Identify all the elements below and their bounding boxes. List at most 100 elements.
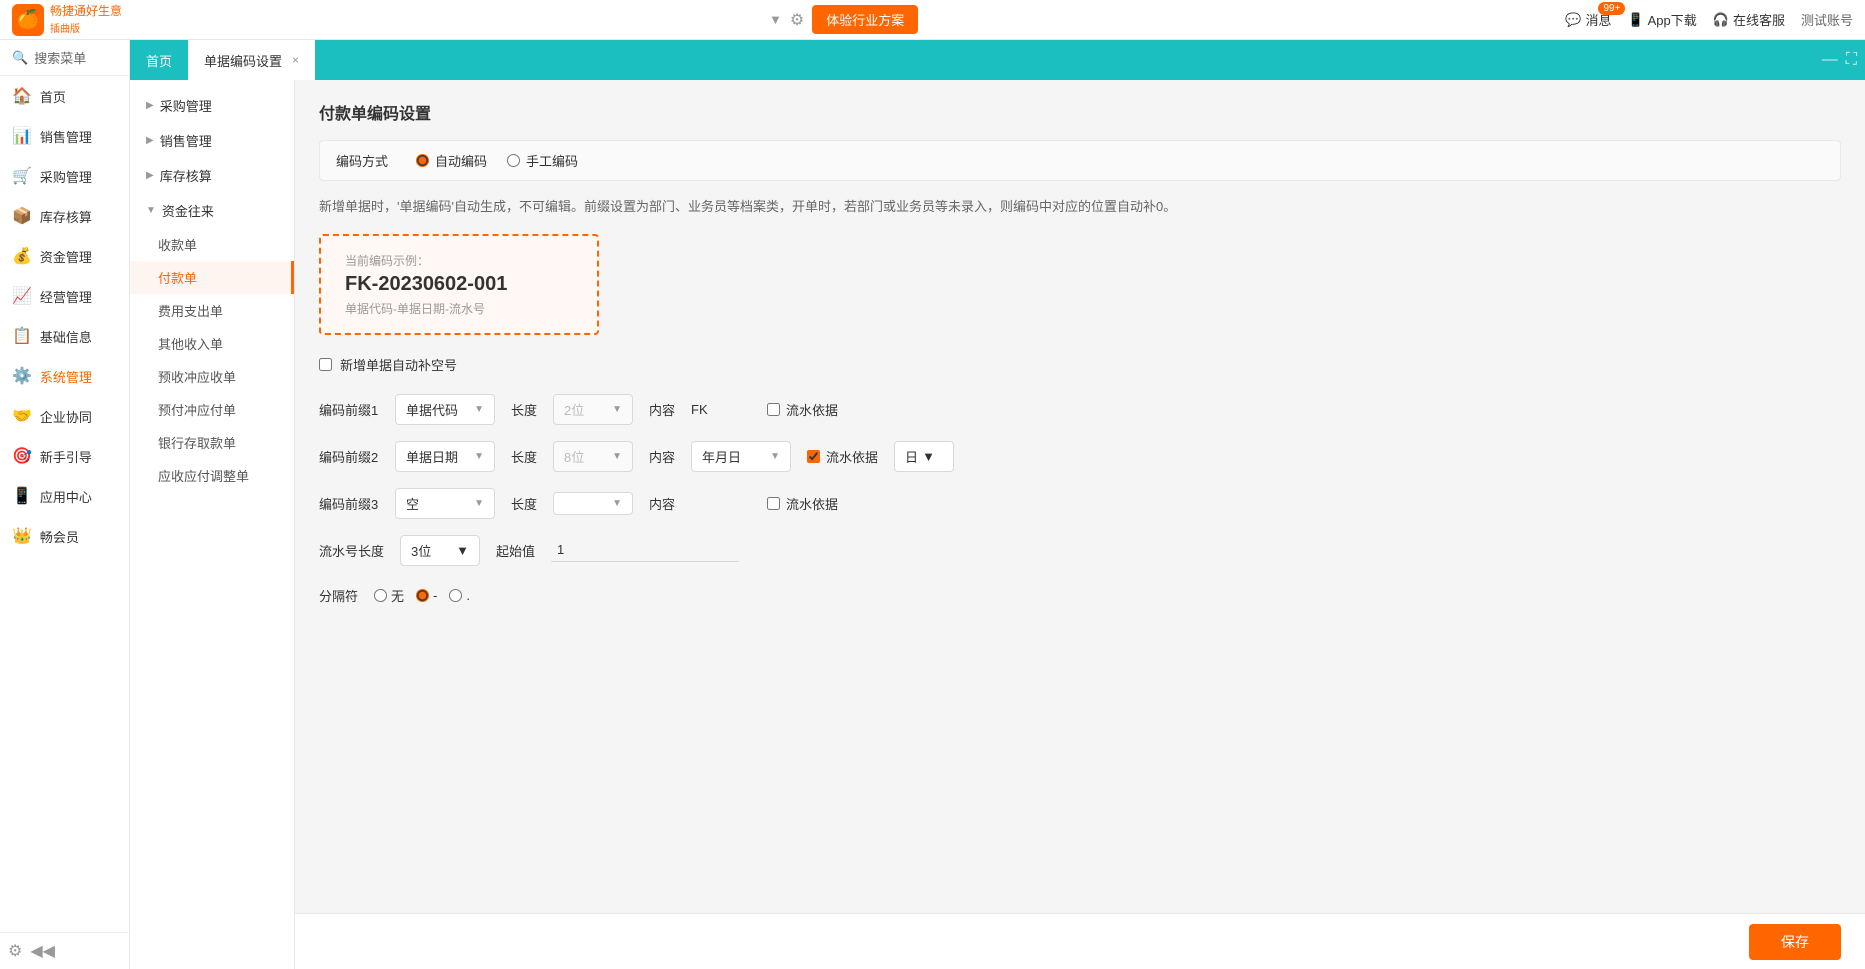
sidebar-label-apps: 应用中心 <box>40 487 92 506</box>
prefix1-select[interactable]: 单据代码 ▼ <box>395 394 495 425</box>
sep-none-text: 无 <box>391 586 404 605</box>
prefix3-row: 编码前缀3 空 ▼ 长度 ▼ 内容 <box>319 488 1841 519</box>
manual-code-radio[interactable] <box>507 154 520 167</box>
sidebar-item-enterprise[interactable]: 🤝 企业协同 <box>0 396 129 436</box>
auto-fill-label[interactable]: 新增单据自动补空号 <box>340 355 457 374</box>
content-area: ▶ 采购管理 ▶ 销售管理 ▶ 库存核算 <box>130 80 1865 969</box>
tab-encoding-label: 单据编码设置 <box>204 51 282 70</box>
auto-code-radio-label[interactable]: 自动编码 <box>416 151 487 170</box>
left-menu: ▶ 采购管理 ▶ 销售管理 ▶ 库存核算 <box>130 80 295 969</box>
prefix2-length-select[interactable]: 8位 ▼ <box>553 441 633 472</box>
manual-code-radio-label[interactable]: 手工编码 <box>507 151 578 170</box>
prefix2-day-arrow: ▼ <box>922 449 935 464</box>
menu-group-sales-title[interactable]: ▶ 销售管理 <box>130 123 294 158</box>
start-value-input[interactable] <box>551 538 739 562</box>
prefix3-label: 编码前缀3 <box>319 494 379 513</box>
expand-arrow-icon[interactable]: ▼ <box>769 12 782 27</box>
auto-code-label: 自动编码 <box>435 151 487 170</box>
headset-icon: 🎧 <box>1713 12 1729 28</box>
close-tab-icon[interactable]: × <box>292 53 299 67</box>
sidebar-item-sales[interactable]: 📊 销售管理 <box>0 116 129 156</box>
sep-dash-radio[interactable] <box>416 589 429 602</box>
prefix1-select-arrow: ▼ <box>474 404 484 415</box>
settings-footer-icon[interactable]: ⚙ <box>8 941 22 961</box>
operations-icon: 📈 <box>12 286 32 306</box>
prefix2-day-select[interactable]: 日 ▼ <box>894 441 954 472</box>
tab-home[interactable]: 首页 <box>130 40 188 80</box>
prefix2-select[interactable]: 单据日期 ▼ <box>395 441 495 472</box>
member-icon: 👑 <box>12 526 32 546</box>
prefix1-length-select[interactable]: 2位 ▼ <box>553 394 633 425</box>
menu-group-inventory-title[interactable]: ▶ 库存核算 <box>130 158 294 193</box>
sep-none-radio[interactable] <box>374 589 387 602</box>
sidebar-label-newbie: 新手引导 <box>40 447 92 466</box>
message-button[interactable]: 💬 消息 99+ <box>1565 10 1611 29</box>
logo-brand: 畅捷通好生意 <box>50 4 122 20</box>
prefix2-content-arrow: ▼ <box>770 451 780 462</box>
menu-group-purchase-title[interactable]: ▶ 采购管理 <box>130 88 294 123</box>
menu-item-prepay-payment[interactable]: 预付冲应付单 <box>130 393 294 426</box>
sidebar-item-home[interactable]: 🏠 首页 <box>0 76 129 116</box>
prefix2-day-value: 日 <box>905 447 918 466</box>
sidebar-item-finance[interactable]: 💰 资金管理 <box>0 236 129 276</box>
sidebar-item-system[interactable]: ⚙️ 系统管理 <box>0 356 129 396</box>
search-menu-button[interactable]: 🔍 搜索菜单 <box>0 40 129 76</box>
logo-icon: 🍊 <box>12 4 44 36</box>
serial-length-select[interactable]: 3位 ▼ <box>400 535 480 566</box>
sidebar-item-member[interactable]: 👑 畅会员 <box>0 516 129 556</box>
collapse-icon[interactable]: ◀◀ <box>30 941 55 961</box>
sidebar-item-inventory[interactable]: 📦 库存核算 <box>0 196 129 236</box>
manual-code-label: 手工编码 <box>526 151 578 170</box>
auto-code-radio[interactable] <box>416 154 429 167</box>
menu-item-other-income[interactable]: 其他收入单 <box>130 327 294 360</box>
app-download-button[interactable]: 📱 App下载 <box>1627 10 1696 29</box>
sidebar-item-newbie[interactable]: 🎯 新手引导 <box>0 436 129 476</box>
tab-encoding[interactable]: 单据编码设置 × <box>188 40 315 80</box>
auto-fill-row: 新增单据自动补空号 <box>319 355 1841 374</box>
save-button[interactable]: 保存 <box>1749 924 1841 960</box>
menu-item-payment[interactable]: 付款单 <box>130 261 294 294</box>
prefix3-select[interactable]: 空 ▼ <box>395 488 495 519</box>
sep-dash-label[interactable]: - <box>416 588 437 603</box>
serial-length-arrow: ▼ <box>456 543 469 558</box>
sales-arrow-icon: ▶ <box>146 135 154 146</box>
minimize-icon[interactable]: — <box>1822 51 1838 69</box>
sidebar-item-purchase[interactable]: 🛒 采购管理 <box>0 156 129 196</box>
prefix2-serial-checkbox[interactable] <box>807 450 820 463</box>
menu-item-prepay-receipt[interactable]: 预收冲应收单 <box>130 360 294 393</box>
maximize-icon[interactable]: ⛶ <box>1846 51 1857 69</box>
prefix1-length-label: 长度 <box>511 400 537 419</box>
menu-item-bank[interactable]: 银行存取款单 <box>130 426 294 459</box>
menu-group-sales: ▶ 销售管理 <box>130 123 294 158</box>
sep-dot-label[interactable]: . <box>449 588 470 603</box>
prefix3-select-arrow: ▼ <box>474 498 484 509</box>
info-text: 新增单据时，'单据编码'自动生成，不可编辑。前缀设置为部门、业务员等档案类，开单… <box>319 197 1841 218</box>
user-name[interactable]: 测试账号 <box>1801 10 1853 29</box>
separator-label: 分隔符 <box>319 586 358 605</box>
purchase-icon: 🛒 <box>12 166 32 186</box>
prefix2-content-select[interactable]: 年月日 ▼ <box>691 441 791 472</box>
trial-button[interactable]: 体验行业方案 <box>812 5 918 34</box>
menu-item-receipt[interactable]: 收款单 <box>130 228 294 261</box>
gear-icon[interactable]: ⚙ <box>790 10 804 30</box>
sidebar-label-system: 系统管理 <box>40 367 92 386</box>
menu-group-capital-title[interactable]: ▼ 资金往来 <box>130 193 294 228</box>
sep-none-label[interactable]: 无 <box>374 586 404 605</box>
sidebar-item-operations[interactable]: 📈 经营管理 <box>0 276 129 316</box>
basic-icon: 📋 <box>12 326 32 346</box>
prefix1-content-label: 内容 <box>649 400 675 419</box>
online-service-button[interactable]: 🎧 在线客服 <box>1713 10 1785 29</box>
prefix1-length-arrow: ▼ <box>612 404 622 415</box>
menu-item-adjustment[interactable]: 应收应付调整单 <box>130 459 294 492</box>
prefix1-content-value: FK <box>691 402 751 417</box>
sidebar-item-basic[interactable]: 📋 基础信息 <box>0 316 129 356</box>
menu-item-expense[interactable]: 费用支出单 <box>130 294 294 327</box>
prefix3-length-select[interactable]: ▼ <box>553 492 633 515</box>
sep-dot-radio[interactable] <box>449 589 462 602</box>
preview-box: 当前编码示例： FK-20230602-001 单据代码-单据日期-流水号 <box>319 234 599 335</box>
prefix1-serial-label: 流水依据 <box>786 400 838 419</box>
auto-fill-checkbox[interactable] <box>319 358 332 371</box>
sidebar-item-apps[interactable]: 📱 应用中心 <box>0 476 129 516</box>
prefix1-serial-checkbox[interactable] <box>767 403 780 416</box>
prefix3-serial-checkbox[interactable] <box>767 497 780 510</box>
